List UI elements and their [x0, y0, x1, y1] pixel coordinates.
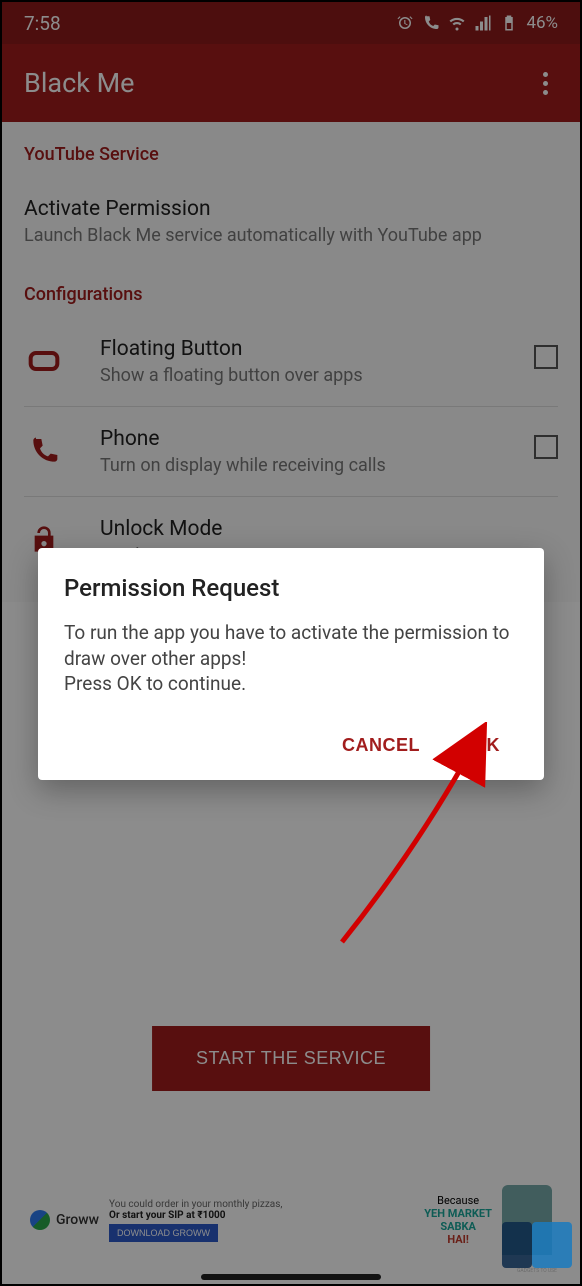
svg-text:GADGETS TO USE: GADGETS TO USE [517, 1268, 557, 1274]
cancel-button[interactable]: CANCEL [334, 725, 428, 766]
permission-dialog: Permission Request To run the app you ha… [38, 548, 544, 780]
ok-button[interactable]: OK [464, 725, 508, 766]
watermark-logo: GADGETS TO USE [498, 1216, 576, 1276]
dialog-body: To run the app you have to activate the … [64, 620, 518, 697]
dialog-title: Permission Request [64, 574, 518, 602]
